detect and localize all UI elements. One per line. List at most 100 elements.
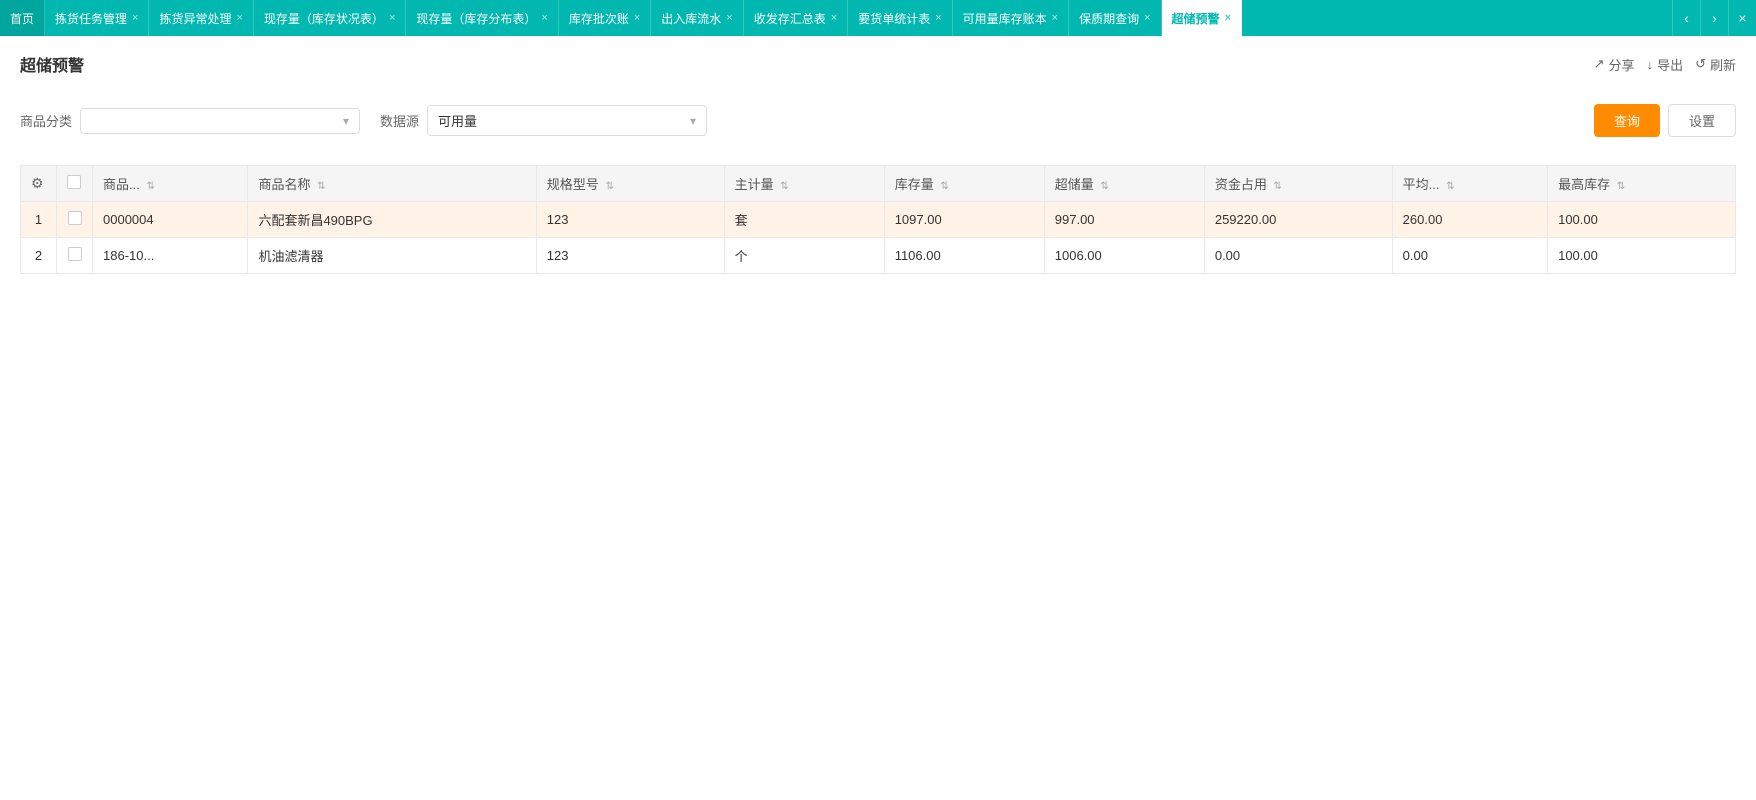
nav-label: 拣货任务管理	[55, 10, 127, 27]
close-icon[interactable]: ×	[726, 12, 732, 24]
main-content: 超储预警 ↗ 分享 ↓ 导出 ↺ 刷新 商品分类 ▾ 数据源	[0, 36, 1756, 800]
th-capital: 资金占用 ⇅	[1204, 166, 1392, 202]
row-checkbox-cell	[57, 202, 93, 238]
row-checkbox[interactable]	[68, 247, 82, 261]
close-icon[interactable]: ×	[389, 12, 395, 24]
nav-label: 可用量库存账本	[963, 10, 1047, 27]
nav-label: 收发存汇总表	[754, 10, 826, 27]
datasource-select-value: 可用量	[438, 111, 477, 130]
row-checkbox[interactable]	[68, 211, 82, 225]
sort-icon[interactable]: ⇅	[317, 181, 325, 192]
nav-receive-summary[interactable]: 收发存汇总表 ×	[744, 0, 848, 36]
th-avg: 平均... ⇅	[1392, 166, 1547, 202]
nav-label: 拣货异常处理	[159, 10, 231, 27]
close-icon[interactable]: ×	[831, 12, 837, 24]
row-stock: 1097.00	[884, 202, 1044, 238]
close-icon[interactable]: ×	[1144, 12, 1150, 24]
nav-bar: 首页 拣货任务管理 × 拣货异常处理 × 现存量（库存状况表） × 现存量（库存…	[0, 0, 1756, 36]
row-settings-cell: 2	[21, 238, 57, 274]
row-capital: 259220.00	[1204, 202, 1392, 238]
sort-icon[interactable]: ⇅	[1617, 181, 1625, 192]
datasource-select[interactable]: 可用量 ▾	[427, 105, 707, 136]
sort-icon[interactable]: ⇅	[1100, 181, 1108, 192]
page-header: 超储预警 ↗ 分享 ↓ 导出 ↺ 刷新	[20, 52, 1736, 76]
settings-button[interactable]: 设置	[1668, 104, 1736, 137]
nav-inout-flow[interactable]: 出入库流水 ×	[651, 0, 743, 36]
row-unit: 个	[724, 238, 884, 274]
row-spec: 123	[536, 238, 724, 274]
nav-order-stats[interactable]: 要货单统计表 ×	[848, 0, 952, 36]
th-commodity-name: 商品名称 ⇅	[248, 166, 536, 202]
close-icon[interactable]: ×	[541, 12, 547, 24]
sort-icon[interactable]: ⇅	[1446, 181, 1454, 192]
table-header-row: ⚙ 商品... ⇅ 商品名称 ⇅ 规格型号 ⇅ 主计量	[21, 166, 1736, 202]
row-avg: 260.00	[1392, 202, 1547, 238]
row-overstock: 1006.00	[1044, 238, 1204, 274]
nav-label: 库存批次账	[569, 10, 629, 27]
nav-available-stock[interactable]: 可用量库存账本 ×	[953, 0, 1069, 36]
share-icon: ↗	[1594, 56, 1605, 72]
select-all-checkbox[interactable]	[67, 175, 81, 189]
row-checkbox-cell	[57, 238, 93, 274]
nav-picking-exception[interactable]: 拣货异常处理 ×	[149, 0, 253, 36]
data-table: ⚙ 商品... ⇅ 商品名称 ⇅ 规格型号 ⇅ 主计量	[20, 165, 1736, 274]
refresh-button[interactable]: ↺ 刷新	[1695, 55, 1736, 74]
commodity-label: 商品分类	[20, 111, 72, 130]
filter-bar: 商品分类 ▾ 数据源 可用量 ▾ 查询 设置	[20, 92, 1736, 149]
refresh-label: 刷新	[1710, 55, 1736, 74]
nav-stock-status[interactable]: 现存量（库存状况表） ×	[254, 0, 406, 36]
nav-label: 现存量（库存状况表）	[264, 10, 384, 27]
close-icon[interactable]: ×	[132, 12, 138, 24]
sort-icon[interactable]: ⇅	[780, 181, 788, 192]
nav-picking-task[interactable]: 拣货任务管理 ×	[45, 0, 149, 36]
refresh-icon: ↺	[1695, 56, 1706, 72]
row-max-stock: 100.00	[1548, 238, 1736, 274]
close-icon[interactable]: ×	[634, 12, 640, 24]
row-spec: 123	[536, 202, 724, 238]
nav-label: 保质期查询	[1079, 10, 1139, 27]
nav-label: 要货单统计表	[858, 10, 930, 27]
export-label: 导出	[1657, 55, 1683, 74]
share-label: 分享	[1609, 55, 1635, 74]
nav-next-arrow[interactable]: ›	[1700, 0, 1728, 36]
row-commodity-code: 186-10...	[93, 238, 248, 274]
row-commodity-name: 六配套新昌490BPG	[248, 202, 536, 238]
row-settings-cell: 1	[21, 202, 57, 238]
row-commodity-name: 机油滤清器	[248, 238, 536, 274]
row-commodity-code: 0000004	[93, 202, 248, 238]
nav-shelf-life[interactable]: 保质期查询 ×	[1069, 0, 1161, 36]
nav-label: 出入库流水	[661, 10, 721, 27]
table-row: 2 186-10... 机油滤清器 123 个 1106.00 1006.00 …	[21, 238, 1736, 274]
nav-batch-account[interactable]: 库存批次账 ×	[559, 0, 651, 36]
close-icon[interactable]: ×	[1052, 12, 1058, 24]
datasource-label: 数据源	[380, 111, 419, 130]
nav-prev-arrow[interactable]: ‹	[1672, 0, 1700, 36]
th-overstock: 超储量 ⇅	[1044, 166, 1204, 202]
sort-icon[interactable]: ⇅	[940, 181, 948, 192]
sort-icon[interactable]: ⇅	[1273, 181, 1281, 192]
nav-label: 现存量（库存分布表）	[416, 10, 536, 27]
nav-stock-dist[interactable]: 现存量（库存分布表） ×	[406, 0, 558, 36]
close-icon[interactable]: ×	[935, 12, 941, 24]
th-settings: ⚙	[21, 166, 57, 202]
page-title: 超储预警	[20, 52, 84, 76]
share-button[interactable]: ↗ 分享	[1594, 55, 1635, 74]
th-checkbox	[57, 166, 93, 202]
close-icon[interactable]: ×	[1225, 12, 1231, 24]
row-stock: 1106.00	[884, 238, 1044, 274]
chevron-down-icon: ▾	[690, 114, 696, 128]
table-row: 1 0000004 六配套新昌490BPG 123 套 1097.00 997.…	[21, 202, 1736, 238]
th-spec: 规格型号 ⇅	[536, 166, 724, 202]
close-icon[interactable]: ×	[236, 12, 242, 24]
nav-overstock-warning[interactable]: 超储预警 ×	[1162, 0, 1242, 36]
row-capital: 0.00	[1204, 238, 1392, 274]
nav-home[interactable]: 首页	[0, 0, 45, 36]
query-button[interactable]: 查询	[1594, 104, 1660, 137]
commodity-select[interactable]: ▾	[80, 108, 360, 134]
nav-close-arrow[interactable]: ×	[1728, 0, 1756, 36]
gear-icon[interactable]: ⚙	[31, 175, 44, 191]
sort-icon[interactable]: ⇅	[146, 181, 154, 192]
sort-icon[interactable]: ⇅	[605, 181, 613, 192]
row-unit: 套	[724, 202, 884, 238]
export-button[interactable]: ↓ 导出	[1647, 55, 1684, 74]
